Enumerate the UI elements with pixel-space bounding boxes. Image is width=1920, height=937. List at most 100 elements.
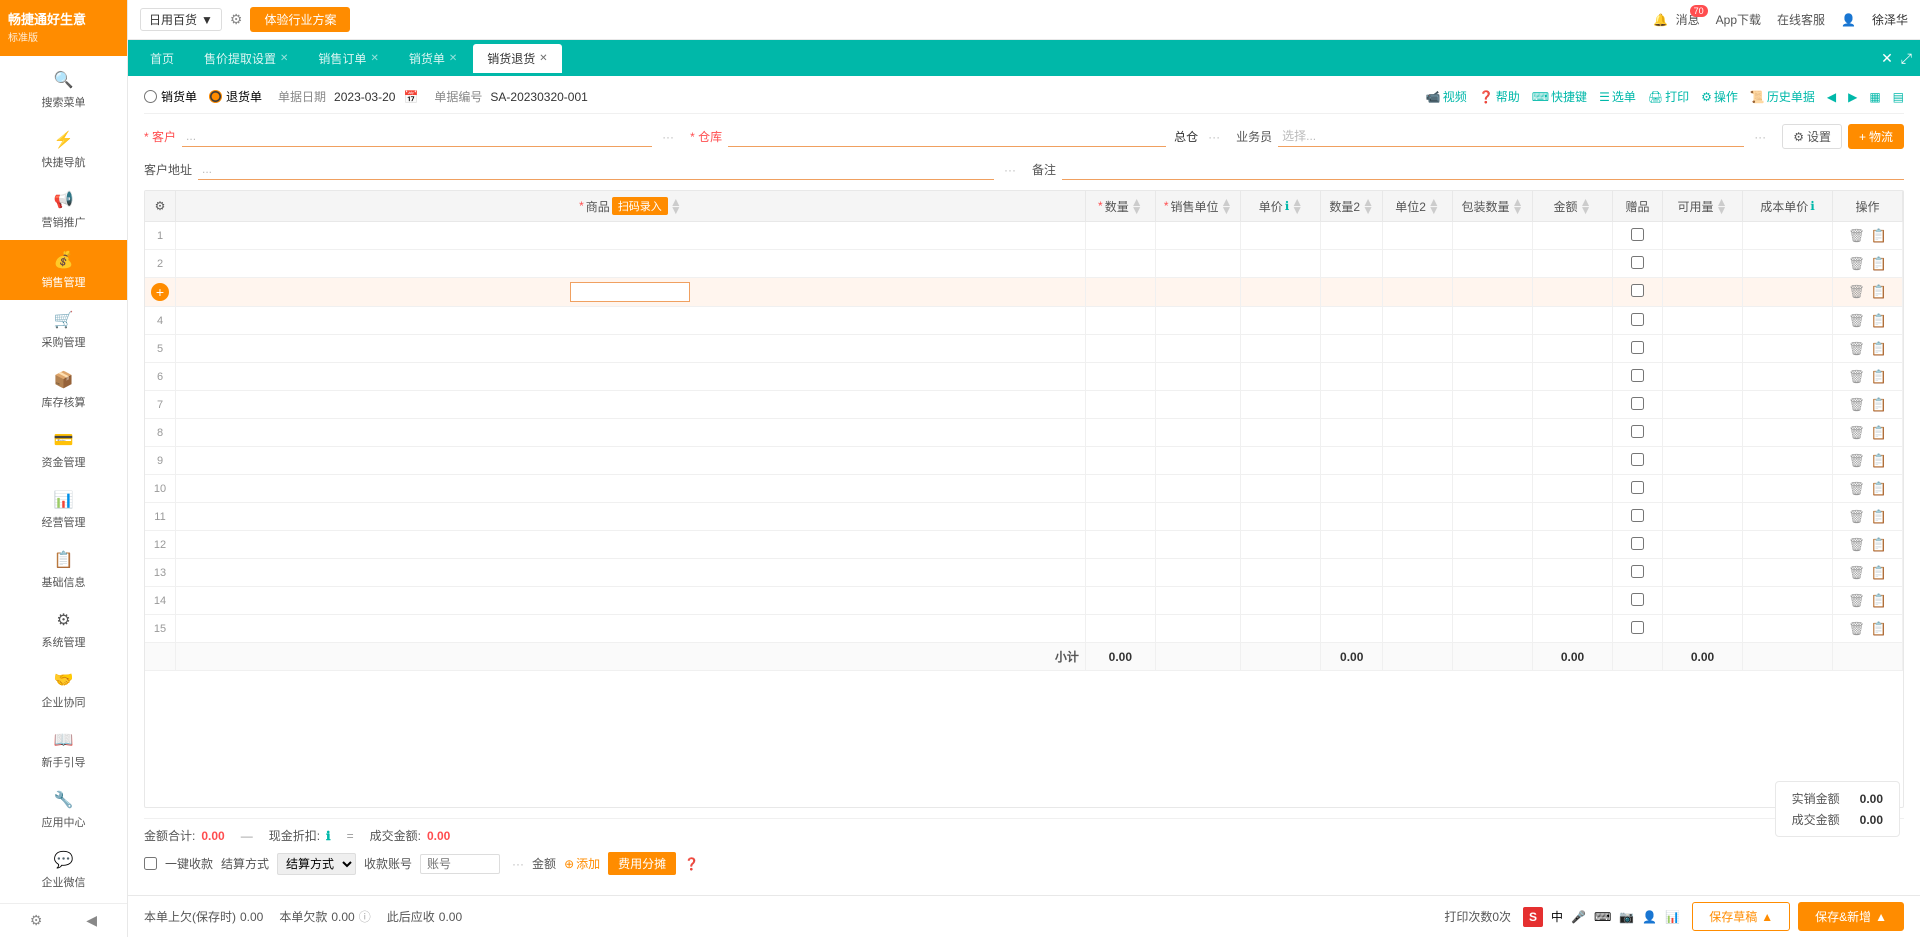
tab-sale_goods[interactable]: 销货单✕ [395, 44, 471, 73]
select-link[interactable]: ☰ 选单 [1599, 88, 1636, 105]
experience-btn[interactable]: 体验行业方案 [250, 7, 350, 32]
app-download-link[interactable]: App下载 [1716, 11, 1761, 28]
copy-icon[interactable]: 📋 [1871, 425, 1887, 441]
sidebar-item-system[interactable]: ⚙系统管理 [0, 600, 127, 660]
gift-checkbox[interactable] [1631, 453, 1644, 466]
gift-checkbox[interactable] [1631, 369, 1644, 382]
keyboard-icon[interactable]: ⌨ [1594, 910, 1611, 924]
save-draft-btn[interactable]: 保存草稿 ▲ [1692, 902, 1790, 931]
warehouse-select-btn[interactable]: ··· [1208, 130, 1220, 144]
gift-checkbox[interactable] [1631, 621, 1644, 634]
copy-icon[interactable]: 📋 [1871, 481, 1887, 497]
sidebar-settings-icon[interactable]: ⚙ [30, 912, 43, 929]
delete-icon[interactable]: 🗑 [1848, 453, 1865, 469]
delete-icon[interactable]: 🗑 [1848, 481, 1865, 497]
gift-checkbox[interactable] [1631, 509, 1644, 522]
goods-cell[interactable] [176, 391, 1086, 419]
grid-view-icon[interactable]: ▦ [1869, 90, 1880, 104]
sidebar-item-shortcut[interactable]: ⚡快捷导航 [0, 120, 127, 180]
history-link[interactable]: 📜 历史单据 [1750, 88, 1815, 105]
delete-icon[interactable]: 🗑 [1848, 509, 1865, 525]
online-service-link[interactable]: 在线客服 [1777, 11, 1825, 28]
gift-checkbox[interactable] [1631, 593, 1644, 606]
topbar-gear-icon[interactable]: ⚙ [230, 11, 243, 28]
next-icon[interactable]: ▶ [1848, 90, 1857, 104]
copy-icon[interactable]: 📋 [1871, 565, 1887, 581]
industry-select[interactable]: 日用百货 ▼ [140, 8, 222, 31]
copy-icon[interactable]: 📋 [1871, 537, 1887, 553]
copy-icon[interactable]: 📋 [1871, 509, 1887, 525]
add-row-btn[interactable]: + [151, 283, 169, 301]
delete-icon[interactable]: 🗑 [1848, 284, 1865, 300]
account-select-btn[interactable]: ··· [512, 857, 524, 871]
customer-select-btn[interactable]: ··· [662, 130, 674, 144]
gift-checkbox[interactable] [1631, 256, 1644, 269]
one-key-collect-checkbox[interactable] [144, 857, 157, 870]
operate-link[interactable]: ⚙ 操作 [1701, 88, 1738, 105]
tab-home[interactable]: 首页 [136, 44, 188, 73]
type-return-radio[interactable] [209, 90, 222, 103]
remark-input[interactable] [1062, 159, 1904, 180]
chart-icon[interactable]: 📊 [1665, 910, 1680, 924]
gift-checkbox[interactable] [1631, 425, 1644, 438]
tab-close-sale_order[interactable]: ✕ [370, 53, 378, 64]
sidebar-item-marketing[interactable]: 📢营销推广 [0, 180, 127, 240]
settings-btn[interactable]: ⚙ 设置 [1782, 124, 1842, 149]
copy-icon[interactable]: 📋 [1871, 397, 1887, 413]
person-icon[interactable]: 👤 [1642, 910, 1657, 924]
salesperson-input[interactable] [1278, 126, 1744, 147]
goods-cell[interactable] [176, 278, 1086, 307]
salesperson-select-btn[interactable]: ··· [1754, 130, 1766, 144]
calendar-icon[interactable]: 📅 [403, 90, 418, 104]
goods-cell[interactable] [176, 250, 1086, 278]
sidebar-item-finance[interactable]: 💳资金管理 [0, 420, 127, 480]
goods-cell[interactable] [176, 503, 1086, 531]
gift-checkbox[interactable] [1631, 313, 1644, 326]
warehouse-input[interactable] [728, 126, 1166, 147]
copy-icon[interactable]: 📋 [1871, 228, 1887, 244]
goods-cell[interactable] [176, 419, 1086, 447]
save-new-btn[interactable]: 保存&新增 ▲ [1798, 902, 1904, 931]
gift-checkbox[interactable] [1631, 537, 1644, 550]
tab-close-sale_price[interactable]: ✕ [280, 53, 288, 64]
goods-cell[interactable] [176, 587, 1086, 615]
account-input[interactable] [420, 854, 500, 874]
customer-addr-select-btn[interactable]: ··· [1004, 163, 1016, 177]
prev-icon[interactable]: ◀ [1827, 90, 1836, 104]
logistics-btn[interactable]: + 物流 [1848, 124, 1904, 149]
add-btn[interactable]: ⊕ 添加 [564, 855, 600, 872]
delete-icon[interactable]: 🗑 [1848, 341, 1865, 357]
help-link[interactable]: ❓ 帮助 [1479, 88, 1520, 105]
user-name[interactable]: 徐泽华 [1872, 11, 1908, 28]
customer-input[interactable] [182, 126, 652, 147]
copy-icon[interactable]: 📋 [1871, 313, 1887, 329]
sidebar-item-enterprise[interactable]: 🤝企业协同 [0, 660, 127, 720]
type-sale-radio[interactable] [144, 90, 157, 103]
print-link[interactable]: 🖨 打印 [1648, 88, 1689, 105]
copy-icon[interactable]: 📋 [1871, 453, 1887, 469]
delete-icon[interactable]: 🗑 [1848, 621, 1865, 637]
delete-icon[interactable]: 🗑 [1848, 537, 1865, 553]
goods-cell[interactable] [176, 335, 1086, 363]
expense-btn[interactable]: 费用分摊 [608, 852, 676, 875]
delete-icon[interactable]: 🗑 [1848, 425, 1865, 441]
sidebar-item-search[interactable]: 🔍搜索菜单 [0, 60, 127, 120]
customer-addr-input[interactable] [198, 159, 994, 180]
sidebar-item-operations[interactable]: 📊经营管理 [0, 480, 127, 540]
scan-btn[interactable]: 扫码录入 [612, 197, 668, 215]
gift-checkbox[interactable] [1631, 481, 1644, 494]
sidebar-item-basic[interactable]: 📋基础信息 [0, 540, 127, 600]
camera-icon[interactable]: 📷 [1619, 910, 1634, 924]
delete-icon[interactable]: 🗑 [1848, 397, 1865, 413]
copy-icon[interactable]: 📋 [1871, 341, 1887, 357]
list-view-icon[interactable]: ▤ [1893, 90, 1904, 104]
goods-cell[interactable] [176, 475, 1086, 503]
gift-checkbox[interactable] [1631, 284, 1644, 297]
tab-sale_return[interactable]: 销货退货✕ [473, 44, 561, 73]
tab-close-all-icon[interactable]: ✕ [1881, 50, 1893, 67]
sidebar-item-weixin[interactable]: 💬企业微信 [0, 840, 127, 900]
expense-info-icon[interactable]: ❓ [684, 857, 699, 871]
sidebar-item-sales[interactable]: 💰销售管理 [0, 240, 127, 300]
copy-icon[interactable]: 📋 [1871, 621, 1887, 637]
settlement-select[interactable]: 结算方式 [277, 853, 356, 875]
